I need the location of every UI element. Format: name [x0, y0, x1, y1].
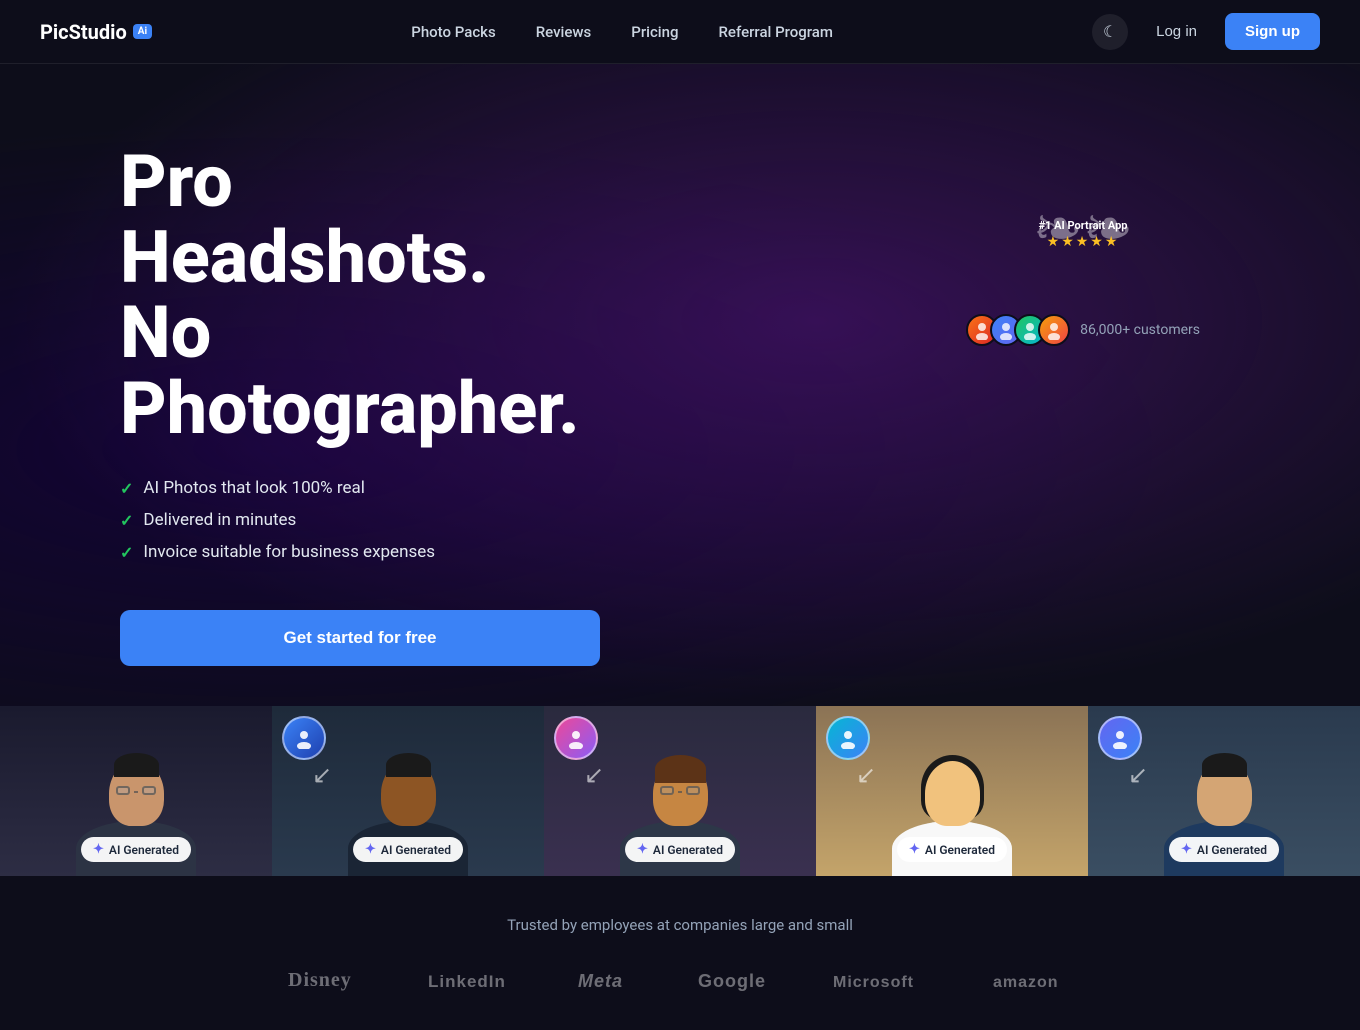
social-proof: ❧ #1 AI Portrait App ★★★★★ ❧ [966, 194, 1200, 346]
award-title: #1 AI Portrait App [1039, 219, 1128, 232]
logo-microsoft: Microsoft [833, 965, 933, 1000]
nav-links: Photo Packs Reviews Pricing Referral Pro… [411, 22, 833, 41]
hero-section: Pro Headshots. No Photographer. ✓ AI Pho… [0, 64, 1360, 706]
award-stars: ★★★★★ [1039, 234, 1128, 250]
logo-text: PicStudio [40, 20, 127, 44]
check-icon-1: ✓ [120, 479, 133, 498]
avatar-4 [1038, 314, 1070, 346]
hero-features: ✓ AI Photos that look 100% real ✓ Delive… [120, 478, 1320, 562]
feature-3: Invoice suitable for business expenses [143, 542, 435, 562]
nav-link-photo-packs[interactable]: Photo Packs [411, 23, 495, 41]
award-wreath: ❧ #1 AI Portrait App ★★★★★ ❧ [1003, 194, 1163, 274]
check-icon-2: ✓ [120, 511, 133, 530]
trusted-label: Trusted by employees at companies large … [40, 916, 1320, 934]
logo-google: Google [698, 965, 773, 1000]
logo-meta: Meta [578, 965, 638, 1000]
company-logos: Disney LinkedIn Meta Google Microsoft am… [40, 964, 1320, 1000]
svg-text:Disney: Disney [288, 969, 352, 991]
nav-link-referral[interactable]: Referral Program [718, 23, 833, 41]
signup-button[interactable]: Sign up [1225, 13, 1320, 50]
strip-card-2: ↙ ✦ AI Generated [272, 706, 544, 876]
svg-text:amazon: amazon [993, 974, 1059, 991]
wreath-content: #1 AI Portrait App ★★★★★ [1039, 219, 1128, 250]
login-button[interactable]: Log in [1144, 15, 1209, 48]
customers-row: 86,000+ customers [966, 314, 1200, 346]
check-icon-3: ✓ [120, 543, 133, 562]
strip-card-5: ↙ ✦ AI Generated [1088, 706, 1360, 876]
feature-1: AI Photos that look 100% real [143, 478, 364, 498]
arrow-indicator-4: ↙ [856, 761, 876, 789]
svg-text:LinkedIn: LinkedIn [428, 972, 506, 991]
svg-text:Meta: Meta [578, 971, 623, 991]
feature-2: Delivered in minutes [143, 510, 296, 530]
strip-card-1: ✦ AI Generated [0, 706, 272, 876]
nav-link-pricing[interactable]: Pricing [631, 23, 678, 41]
nav-link-reviews[interactable]: Reviews [536, 23, 592, 41]
cta-button[interactable]: Get started for free [120, 610, 600, 666]
arrow-indicator-2: ↙ [312, 761, 332, 789]
logo-linkedin: LinkedIn [428, 965, 518, 1000]
hero-title: Pro Headshots. No Photographer. [120, 144, 700, 446]
svg-text:Google: Google [698, 971, 766, 991]
image-strip: ✦ AI Generated ↙ ✦ AI Generated [0, 706, 1360, 876]
logo-amazon: amazon [993, 965, 1073, 1000]
arrow-indicator-5: ↙ [1128, 761, 1148, 789]
strip-card-3: ↙ ✦ AI Generated [544, 706, 816, 876]
customers-count: 86,000+ customers [1080, 322, 1200, 338]
award-badge: ❧ #1 AI Portrait App ★★★★★ ❧ [966, 194, 1200, 274]
strip-card-4: ↙ ✦ AI Generated [816, 706, 1088, 876]
trusted-section: Trusted by employees at companies large … [0, 876, 1360, 1030]
logo-badge: Ai [133, 24, 152, 39]
avatar-stack [966, 314, 1070, 346]
logo-disney: Disney [288, 964, 368, 1000]
svg-text:Microsoft: Microsoft [833, 974, 914, 991]
nav-right: ☾ Log in Sign up [1092, 13, 1320, 50]
dark-mode-toggle[interactable]: ☾ [1092, 14, 1128, 50]
ai-badge-star-1: ✦ [93, 842, 104, 857]
logo[interactable]: PicStudio Ai [40, 20, 152, 44]
navbar: PicStudio Ai Photo Packs Reviews Pricing… [0, 0, 1360, 64]
arrow-indicator-3: ↙ [584, 761, 604, 789]
